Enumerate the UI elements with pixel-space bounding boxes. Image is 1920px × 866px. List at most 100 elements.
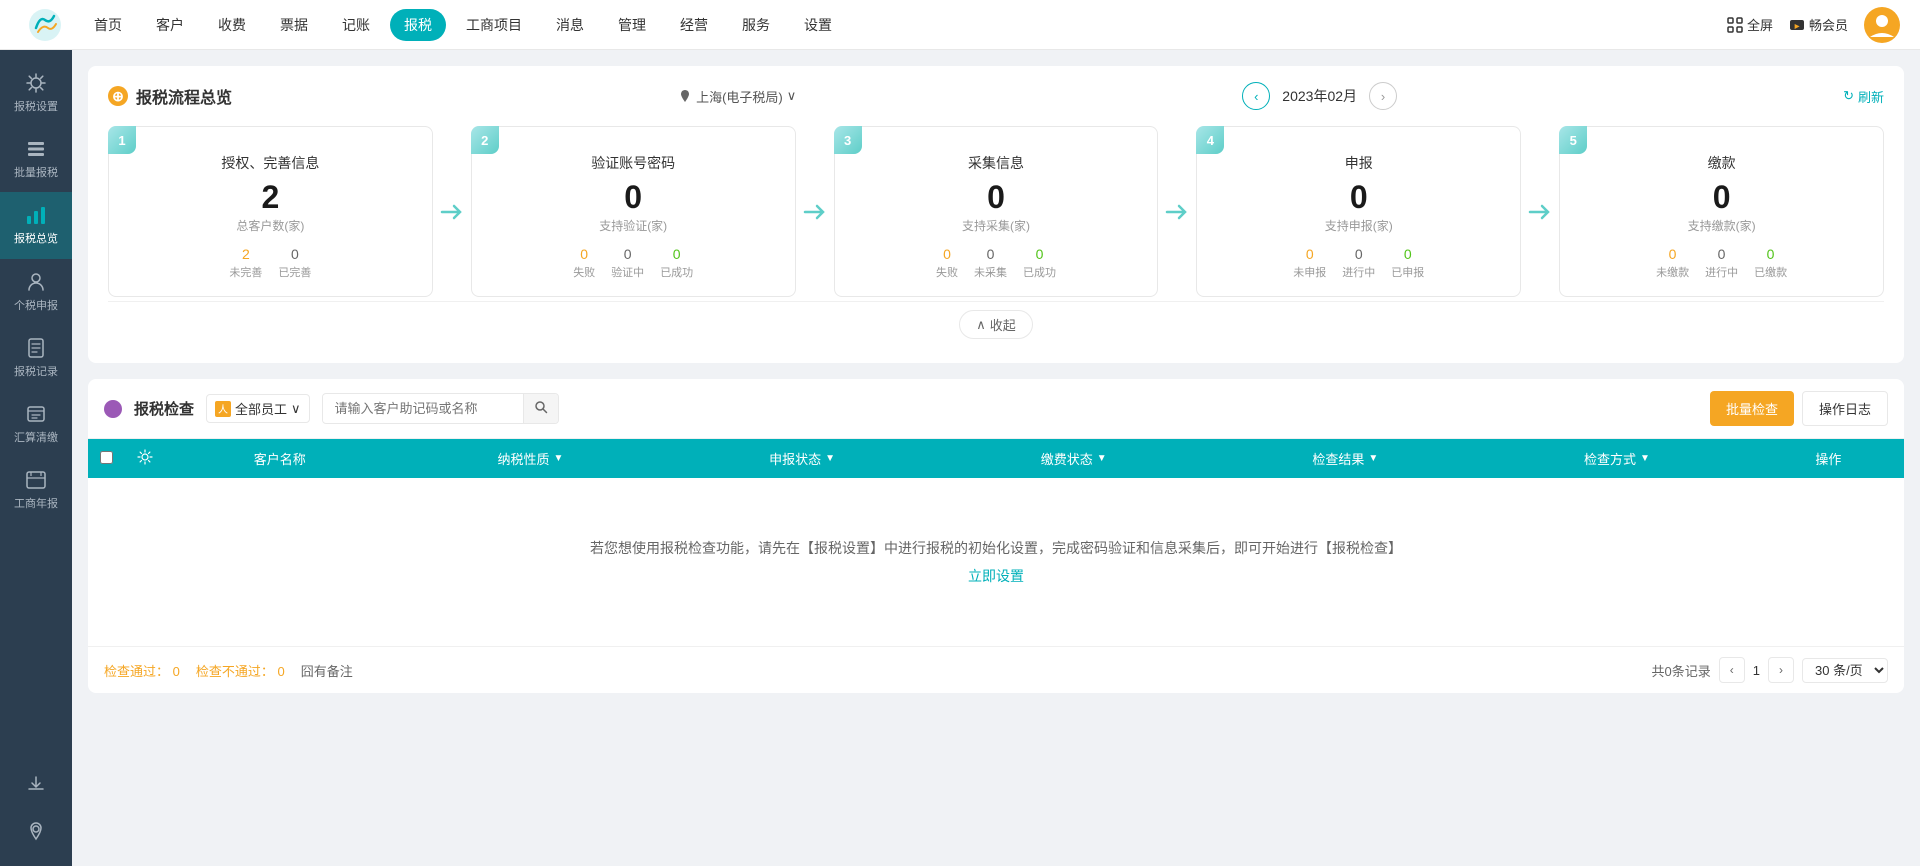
has-note-label: 囧有备注 (301, 661, 353, 680)
sidebar-item-personal-tax[interactable]: 个税申报 (0, 259, 72, 325)
collapse-button[interactable]: ∧ 收起 (959, 310, 1033, 339)
user-avatar[interactable] (1864, 7, 1900, 43)
flow-header: ⊕ 报税流程总览 上海(电子税局) ∨ ‹ 2023年02月 › ↻ 刷新 (108, 82, 1884, 110)
search-input[interactable] (323, 395, 523, 422)
col-customer-name: 客户名称 (165, 439, 395, 478)
nav-item-customer[interactable]: 客户 (142, 9, 198, 41)
nav-item-bookkeeping[interactable]: 记账 (328, 9, 384, 41)
first-page-button[interactable]: ‹ (1719, 657, 1745, 683)
empty-state-row: 若您想使用报税检查功能，请先在【报税设置】中进行报税的初始化设置，完成密码验证和… (88, 478, 1904, 646)
nav-item-business[interactable]: 工商项目 (452, 9, 536, 41)
step-3-count: 0 (987, 181, 1005, 213)
step-5-count: 0 (1713, 181, 1731, 213)
nav-item-invoice[interactable]: 票据 (266, 9, 322, 41)
refresh-button[interactable]: ↻ 刷新 (1843, 87, 1884, 106)
sidebar-item-settlement[interactable]: 汇算清缴 (0, 391, 72, 457)
next-month-button[interactable]: › (1369, 82, 1397, 110)
check-method-header: 检查方式 ▼ (1493, 449, 1741, 468)
check-title: 报税检查 (134, 398, 194, 419)
flow-step-2: 2 验证账号密码 0 支持验证(家) 0 失败 0 验证中 (471, 126, 796, 297)
fullscreen-button[interactable]: 全屏 (1727, 15, 1773, 34)
main-nav: 首页 客户 收费 票据 记账 报税 工商项目 消息 管理 经营 服务 设置 (80, 9, 1727, 41)
check-table: 客户名称 纳税性质 ▼ 申报状态 (88, 439, 1904, 646)
step-4-count: 0 (1350, 181, 1368, 213)
flow-step-5: 5 缴款 0 支持缴款(家) 0 未缴款 0 进行中 (1559, 126, 1884, 297)
step-1-val-1: 0 (291, 246, 299, 262)
search-button[interactable] (523, 394, 558, 423)
declare-status-filter-icon[interactable]: ▼ (825, 453, 835, 464)
settings-icon[interactable] (137, 449, 153, 465)
sidebar-item-batch-tax[interactable]: 批量报税 (0, 126, 72, 192)
batch-check-button[interactable]: 批量检查 (1710, 391, 1794, 426)
nav-item-admin[interactable]: 管理 (604, 9, 660, 41)
operation-log-button[interactable]: 操作日志 (1802, 391, 1888, 426)
logo[interactable] (20, 0, 70, 50)
batch-tax-label: 批量报税 (14, 167, 58, 180)
search-icon (534, 400, 548, 414)
collapse-icon: ∧ (976, 317, 986, 333)
step-4-title: 申报 (1345, 153, 1373, 173)
nav-item-fee[interactable]: 收费 (204, 9, 260, 41)
step-4-stats: 0 未申报 0 进行中 0 已申报 (1293, 246, 1424, 280)
fail-value[interactable]: 0 (278, 664, 285, 679)
download-icon (26, 774, 46, 797)
nav-item-settings[interactable]: 设置 (790, 9, 846, 41)
step-1-label-1: 已完善 (278, 264, 311, 280)
sidebar-item-tax-overview[interactable]: 报税总览 (0, 192, 72, 258)
step-3-num: 3 (834, 126, 862, 154)
step-5-title: 缴款 (1708, 153, 1736, 173)
prev-month-button[interactable]: ‹ (1242, 82, 1270, 110)
step-4-label-2: 已申报 (1391, 264, 1424, 280)
step-3-stat-1: 0 未采集 (974, 246, 1007, 280)
per-page-select[interactable]: 30 条/页 (1802, 658, 1888, 683)
step-5-val-1: 0 (1718, 246, 1726, 262)
check-result-filter-icon[interactable]: ▼ (1368, 453, 1378, 464)
tax-nature-filter-icon[interactable]: ▼ (553, 453, 563, 464)
header-right-buttons: 批量检查 操作日志 (1710, 391, 1888, 426)
nav-item-message[interactable]: 消息 (542, 9, 598, 41)
check-result-header: 检查结果 ▼ (1222, 449, 1470, 468)
check-title-icon (104, 400, 122, 418)
step-2-stats: 0 失败 0 验证中 0 已成功 (573, 246, 693, 280)
vip-button[interactable]: ▶ 畅会员 (1789, 15, 1848, 34)
collapse-label: 收起 (990, 315, 1016, 334)
sidebar-item-tax-record[interactable]: 报税记录 (0, 325, 72, 391)
sidebar-item-annual-report[interactable]: 工商年报 (0, 457, 72, 523)
step-5-label-0: 未缴款 (1656, 264, 1689, 280)
col-check-result: 检查结果 ▼ (1210, 439, 1482, 478)
step-2-val-2: 0 (673, 246, 681, 262)
nav-item-operation[interactable]: 经营 (666, 9, 722, 41)
step-2-label-1: 验证中 (611, 264, 644, 280)
col-operation: 操作 (1753, 439, 1904, 478)
sidebar-item-tax-settings[interactable]: 报税设置 (0, 60, 72, 126)
step-5-stat-0: 0 未缴款 (1656, 246, 1689, 280)
staff-select[interactable]: 人 全部员工 ∨ (206, 394, 310, 423)
arrow-4 (1521, 126, 1559, 297)
tax-settings-label: 报税设置 (14, 101, 58, 114)
nav-item-tax[interactable]: 报税 (390, 9, 446, 41)
flow-step-4: 4 申报 0 支持申报(家) 0 未申报 0 进行中 (1196, 126, 1521, 297)
pay-status-filter-icon[interactable]: ▼ (1097, 453, 1107, 464)
flow-location[interactable]: 上海(电子税局) ∨ (678, 87, 796, 106)
total-records: 共0条记录 (1652, 661, 1711, 680)
sidebar-item-download[interactable] (0, 762, 72, 809)
step-5-val-2: 0 (1767, 246, 1775, 262)
nav-item-home[interactable]: 首页 (80, 9, 136, 41)
customer-name-header: 客户名称 (177, 449, 383, 468)
step-2-label-2: 已成功 (660, 264, 693, 280)
step-2-stat-0: 0 失败 (573, 246, 595, 280)
settlement-label: 汇算清缴 (14, 432, 58, 445)
sidebar-item-location[interactable] (0, 809, 72, 856)
col-tax-nature: 纳税性质 ▼ (395, 439, 667, 478)
nav-item-service[interactable]: 服务 (728, 9, 784, 41)
select-all-checkbox[interactable] (100, 451, 113, 464)
collapse-bar: ∧ 收起 (108, 301, 1884, 347)
pass-value[interactable]: 0 (173, 664, 180, 679)
step-3-label-0: 失败 (936, 264, 958, 280)
setup-link[interactable]: 立即设置 (108, 566, 1884, 586)
check-method-filter-icon[interactable]: ▼ (1640, 453, 1650, 464)
step-2-val-0: 0 (580, 246, 588, 262)
declare-status-header: 申报状态 ▼ (678, 449, 926, 468)
next-page-button[interactable]: › (1768, 657, 1794, 683)
step-5-stats: 0 未缴款 0 进行中 0 已缴款 (1656, 246, 1787, 280)
